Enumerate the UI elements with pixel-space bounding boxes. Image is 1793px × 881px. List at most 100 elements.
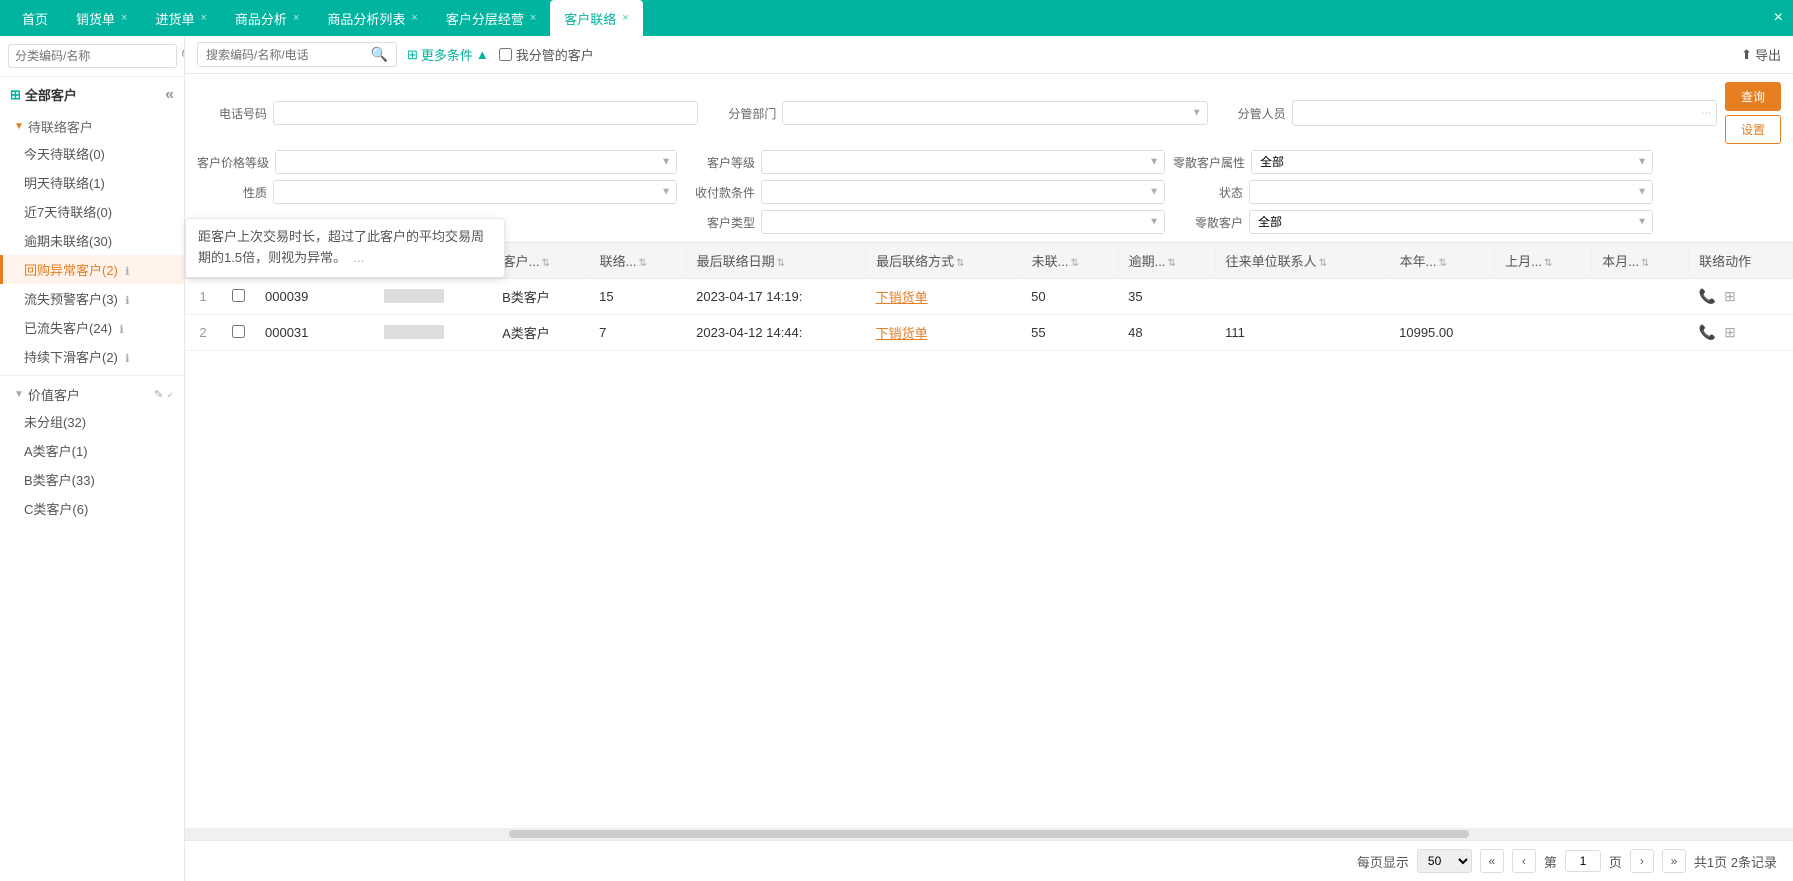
action-icon-phone-1[interactable]: 📞 [1699, 288, 1716, 305]
payment-label: 收付款条件 [685, 184, 755, 201]
sort-lastway-icon[interactable]: ⇅ [956, 258, 964, 269]
sort-thismonth-icon[interactable]: ⇅ [1641, 258, 1649, 269]
sidebar-search-area: 🔍 [0, 36, 184, 77]
sidebar-search-input[interactable] [8, 44, 177, 68]
sort-contact-icon[interactable]: ⇅ [638, 258, 646, 269]
sidebar-item-overdue[interactable]: 逾期未联络(30) [0, 226, 184, 255]
sidebar-item-b-class[interactable]: B类客户(33) [0, 465, 184, 494]
status-field: 状态 ▼ [1173, 180, 1653, 204]
nav-home[interactable]: 首页 [8, 0, 62, 36]
edit-icons[interactable]: ✎ 🗸 [154, 388, 174, 402]
first-page-button[interactable]: « [1480, 849, 1504, 873]
row-lastway-1[interactable]: 下销货单 [866, 279, 1022, 315]
sidebar-item-declining[interactable]: 持续下滑客户(2) ℹ [0, 342, 184, 371]
row-lastway-link-1[interactable]: 下销货单 [876, 290, 928, 305]
nav-customer-contact[interactable]: 客户联络 × [550, 0, 642, 36]
per-page-select[interactable]: 50 20 100 [1417, 849, 1472, 873]
row-lastway-2[interactable]: 下销货单 [866, 315, 1022, 351]
close-product-analysis-icon[interactable]: × [293, 12, 299, 24]
sidebar-item-c-class[interactable]: C类客户(6) [0, 494, 184, 523]
row-checkbox-1[interactable] [221, 279, 255, 315]
sidebar-item-a-class[interactable]: A类客户(1) [0, 436, 184, 465]
sort-thisyear-icon[interactable]: ⇅ [1438, 258, 1446, 269]
row-overdue-2: 48 [1118, 315, 1215, 351]
sidebar-item-ungroup[interactable]: 未分组(32) [0, 407, 184, 436]
horizontal-scrollbar[interactable] [185, 828, 1793, 840]
nav-customer-tier[interactable]: 客户分层经营 × [432, 0, 550, 36]
search-icon[interactable]: 🔍 [371, 46, 388, 63]
close-customer-tier-icon[interactable]: × [530, 12, 536, 24]
sidebar-item-lost[interactable]: 已流失客户(24) ℹ [0, 313, 184, 342]
prev-page-button[interactable]: ‹ [1512, 849, 1536, 873]
sort-type-icon[interactable]: ⇅ [541, 258, 549, 269]
more-conditions-button[interactable]: ⊞ 更多条件 ▲ [407, 45, 489, 64]
filter-bar: 🔍 ⊞ 更多条件 ▲ 我分管的客户 ⬆ 导出 [185, 36, 1793, 74]
table-row: 2 000031 A类客户 7 2023-04-12 14:44: 下销货单 5… [185, 315, 1793, 351]
sidebar-item-losswarning[interactable]: 流失预警客户(3) ℹ [0, 284, 184, 313]
phone-field: 电话号码 [197, 101, 698, 125]
nav-sales-order[interactable]: 销货单 × [62, 0, 141, 36]
sort-lastmonth-icon[interactable]: ⇅ [1544, 258, 1552, 269]
nature-label: 性质 [197, 184, 267, 201]
customer-type-select[interactable] [761, 210, 1165, 234]
row-type-2: A类客户 [492, 315, 589, 351]
search-input[interactable] [206, 48, 371, 62]
search-field: 🔍 [197, 42, 397, 67]
price-grade-label: 客户价格等级 [197, 154, 269, 171]
nav-product-analysis-list[interactable]: 商品分析列表 × [313, 0, 431, 36]
sidebar-item-7days[interactable]: 近7天待联络(0) [0, 197, 184, 226]
loss-warning-info-icon: ℹ [125, 295, 129, 307]
retail-attr-select[interactable]: 全部 [1251, 150, 1653, 174]
retail-customer-select[interactable]: 全部 [1249, 210, 1653, 234]
setting-button[interactable]: 设置 [1725, 115, 1781, 144]
action-icon-grid-1[interactable]: ⊞ [1724, 288, 1736, 305]
price-grade-field: 客户价格等级 ▼ [197, 150, 677, 174]
content-area: 🔍 ⊞ 更多条件 ▲ 我分管的客户 ⬆ 导出 电话号码 [185, 36, 1793, 881]
customer-grade-select[interactable] [761, 150, 1165, 174]
close-all-tabs-button[interactable]: × [1774, 9, 1783, 27]
sidebar-collapse-icon[interactable]: « [165, 86, 174, 104]
close-sales-order-icon[interactable]: × [121, 12, 127, 24]
last-page-button[interactable]: » [1662, 849, 1686, 873]
sort-partner-icon[interactable]: ⇅ [1319, 258, 1327, 269]
sidebar-section-pending[interactable]: ▼ 待联络客户 [0, 112, 184, 139]
close-product-list-icon[interactable]: × [411, 12, 417, 24]
sidebar-section-value[interactable]: ▼ 价值客户 ✎ 🗸 [0, 380, 184, 407]
nav-purchase-order[interactable]: 进货单 × [141, 0, 220, 36]
sidebar-item-today[interactable]: 今天待联络(0) [0, 139, 184, 168]
triangle-icon: ▼ [14, 121, 24, 132]
close-customer-contact-icon[interactable]: × [622, 12, 628, 24]
sidebar-item-anomaly[interactable]: 回购异常客户(2) ℹ [0, 255, 184, 284]
price-grade-select[interactable] [275, 150, 677, 174]
row-checkbox-2[interactable] [221, 315, 255, 351]
sort-uncontact-icon[interactable]: ⇅ [1070, 258, 1078, 269]
close-purchase-order-icon[interactable]: × [200, 12, 206, 24]
nav-product-analysis[interactable]: 商品分析 × [221, 0, 313, 36]
row-lastdate-2: 2023-04-12 14:44: [686, 315, 865, 351]
dept-select[interactable] [782, 101, 1207, 125]
my-customer-checkbox[interactable] [499, 48, 512, 61]
query-button[interactable]: 查询 [1725, 82, 1781, 111]
phone-input[interactable] [273, 101, 698, 125]
manager-field: 分管人员 ··· [1216, 100, 1717, 126]
action-icons-1: 📞 ⊞ [1699, 288, 1783, 305]
sidebar-item-tomorrow[interactable]: 明天待联络(1) [0, 168, 184, 197]
row-lastway-link-2[interactable]: 下销货单 [876, 326, 928, 341]
col-type: 客户...⇅ [492, 243, 589, 279]
row-thismonth-2 [1592, 315, 1689, 351]
row-num-1: 1 [185, 279, 221, 315]
next-page-button[interactable]: › [1630, 849, 1654, 873]
customer-type-label: 客户类型 [685, 214, 755, 231]
payment-select[interactable] [761, 180, 1165, 204]
sort-overdue-icon[interactable]: ⇅ [1167, 258, 1175, 269]
col-overdue: 逾期...⇅ [1118, 243, 1215, 279]
export-button[interactable]: ⬆ 导出 [1741, 45, 1781, 64]
sidebar-divider [0, 375, 184, 376]
action-icon-grid-2[interactable]: ⊞ [1724, 324, 1736, 341]
sort-lastdate-icon[interactable]: ⇅ [777, 258, 785, 269]
page-input[interactable] [1565, 850, 1601, 872]
nature-select[interactable] [273, 180, 677, 204]
scrollbar-thumb[interactable] [509, 830, 1469, 838]
action-icon-phone-2[interactable]: 📞 [1699, 324, 1716, 341]
status-select[interactable] [1249, 180, 1653, 204]
